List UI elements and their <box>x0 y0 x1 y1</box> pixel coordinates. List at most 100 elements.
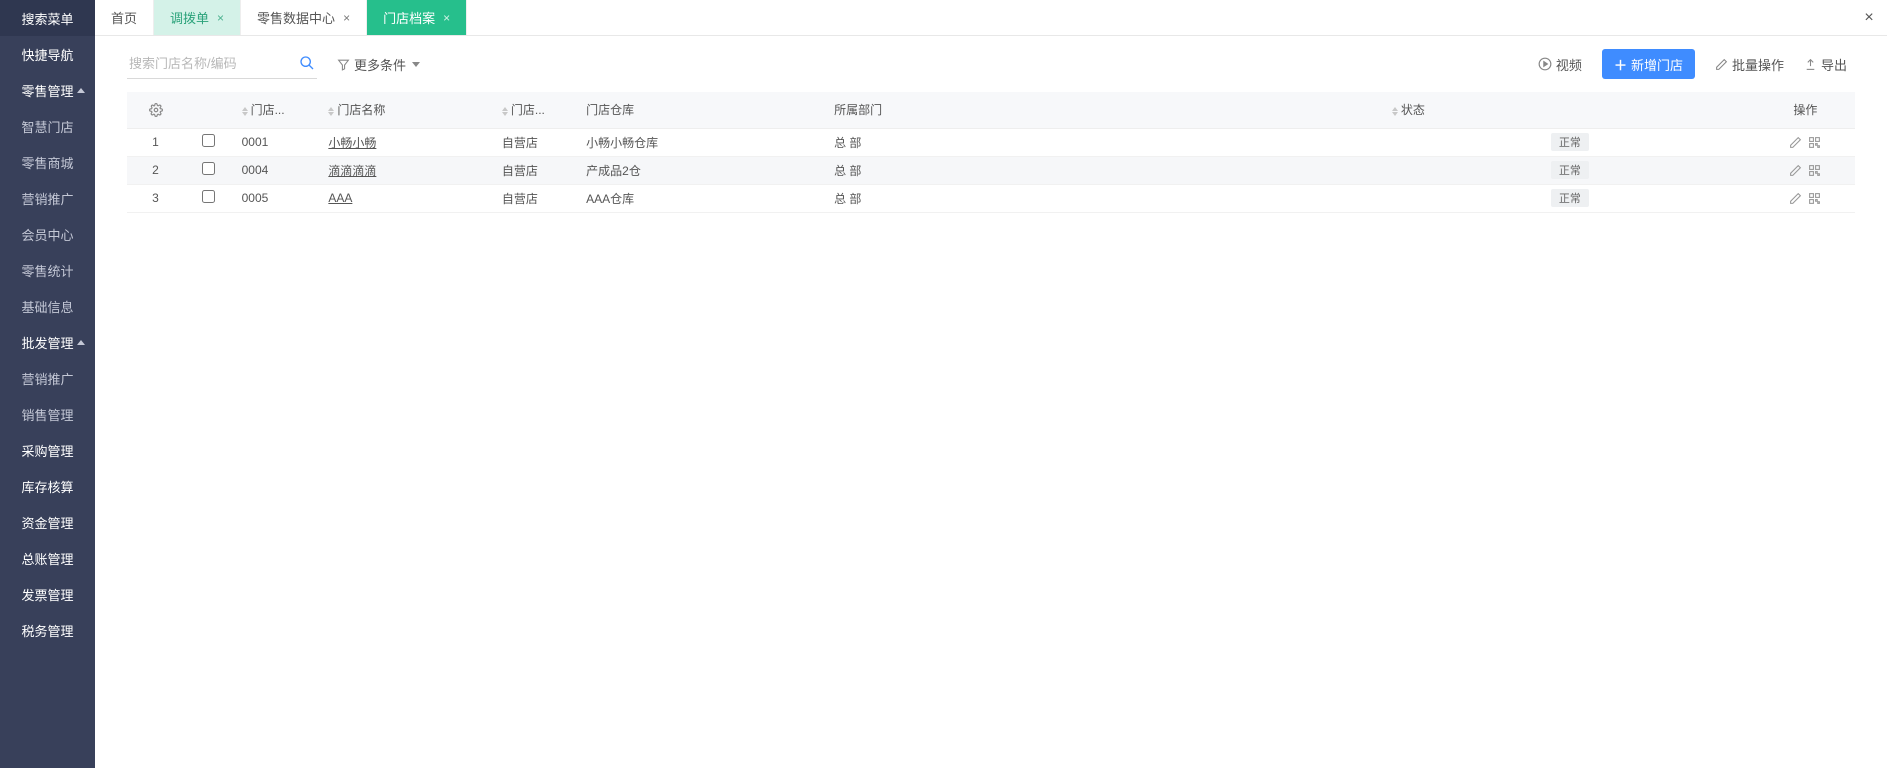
cell-ops <box>1756 184 1855 212</box>
sidebar-item-ledger[interactable]: 总账管理 <box>0 540 95 576</box>
status-badge: 正常 <box>1551 133 1589 151</box>
cell-checkbox <box>184 156 234 184</box>
sidebar-quick-nav[interactable]: 快捷导航 <box>0 36 95 72</box>
row-checkbox[interactable] <box>202 190 215 203</box>
sidebar-item-sales-mgmt[interactable]: 销售管理 <box>0 396 95 432</box>
sidebar-item-wholesale-marketing[interactable]: 营销推广 <box>0 360 95 396</box>
video-link[interactable]: 视频 <box>1538 55 1582 74</box>
sidebar-item-tax[interactable]: 税务管理 <box>0 612 95 648</box>
sort-icon <box>1392 107 1398 116</box>
cell-type: 自营店 <box>494 156 578 184</box>
sidebar-item-purchase[interactable]: 采购管理 <box>0 432 95 468</box>
cell-index: 1 <box>127 128 184 156</box>
close-icon[interactable]: × <box>343 11 350 25</box>
th-name[interactable]: 门店名称 <box>320 92 494 128</box>
plus-icon: ＋ <box>1614 55 1627 74</box>
main-area: 首页 调拨单 × 零售数据中心 × 门店档案 × × 更多条件 <box>95 0 1887 768</box>
sidebar-item-inventory[interactable]: 库存核算 <box>0 468 95 504</box>
sidebar-item-smart-store[interactable]: 智慧门店 <box>0 108 95 144</box>
cell-name: 滴滴滴滴 <box>320 156 494 184</box>
row-checkbox[interactable] <box>202 134 215 147</box>
sidebar-group-retail-label: 零售管理 <box>21 81 73 100</box>
tab-home[interactable]: 首页 <box>95 0 154 35</box>
cell-status: 正常 <box>1384 128 1756 156</box>
table-row: 30005AAA自营店AAA仓库总 部正常 <box>127 184 1855 212</box>
cell-warehouse: 小畅小畅仓库 <box>578 128 826 156</box>
search-wrap <box>127 49 317 79</box>
cell-index: 3 <box>127 184 184 212</box>
store-name-link[interactable]: 小畅小畅 <box>328 136 376 150</box>
sidebar-item-basic-info[interactable]: 基础信息 <box>0 288 95 324</box>
sidebar-group-wholesale-label: 批发管理 <box>21 333 73 352</box>
th-status[interactable]: 状态 <box>1384 92 1756 128</box>
cell-department: 总 部 <box>826 156 1384 184</box>
tab-label: 门店档案 <box>383 8 435 27</box>
table-header-row: 门店... 门店名称 门店... 门店仓库 所属部门 状态 操作 <box>127 92 1855 128</box>
qr-icon[interactable] <box>1808 192 1821 205</box>
sidebar-group-wholesale[interactable]: 批发管理 <box>0 324 95 360</box>
add-store-label: 新增门店 <box>1631 55 1683 74</box>
sidebar-item-funds[interactable]: 资金管理 <box>0 504 95 540</box>
close-all-tabs-button[interactable]: × <box>1851 0 1887 35</box>
sidebar-item-invoice[interactable]: 发票管理 <box>0 576 95 612</box>
export-link[interactable]: 导出 <box>1804 55 1847 74</box>
sidebar-item-retail-stats[interactable]: 零售统计 <box>0 252 95 288</box>
edit-icon[interactable] <box>1789 136 1802 149</box>
row-checkbox[interactable] <box>202 162 215 175</box>
batch-ops-label: 批量操作 <box>1732 55 1784 74</box>
cell-checkbox <box>184 184 234 212</box>
batch-ops-link[interactable]: 批量操作 <box>1715 55 1784 74</box>
sidebar-search-menu[interactable]: 搜索菜单 <box>0 0 95 36</box>
cell-warehouse: AAA仓库 <box>578 184 826 212</box>
search-input[interactable] <box>127 49 317 79</box>
tab-label: 零售数据中心 <box>257 8 335 27</box>
cell-name: AAA <box>320 184 494 212</box>
qr-icon[interactable] <box>1808 136 1821 149</box>
th-warehouse[interactable]: 门店仓库 <box>578 92 826 128</box>
close-icon[interactable]: × <box>217 11 224 25</box>
store-table: 门店... 门店名称 门店... 门店仓库 所属部门 状态 操作 1 0001 小畅… <box>127 92 1855 213</box>
th-code[interactable]: 门店... <box>234 92 321 128</box>
status-badge: 正常 <box>1551 189 1589 207</box>
store-name-link[interactable]: 滴滴滴滴 <box>328 164 376 178</box>
more-filters-link[interactable]: 更多条件 <box>337 55 420 74</box>
sidebar-group-retail[interactable]: 零售管理 <box>0 72 95 108</box>
cell-ops <box>1756 128 1855 156</box>
more-filters-label: 更多条件 <box>354 55 406 74</box>
close-icon[interactable]: × <box>443 11 450 25</box>
tab-label: 调拨单 <box>170 8 209 27</box>
add-store-button[interactable]: ＋ 新增门店 <box>1602 49 1695 79</box>
cell-warehouse: 产成品2仓 <box>578 156 826 184</box>
store-name-link[interactable]: AAA <box>328 191 352 205</box>
edit-icon[interactable] <box>1789 192 1802 205</box>
cell-code: 0001 <box>234 128 321 156</box>
search-icon[interactable] <box>299 55 315 71</box>
toolbar: 更多条件 视频 ＋ 新增门店 批量操作 导出 <box>95 36 1887 92</box>
filter-icon <box>337 58 350 71</box>
chevron-up-icon <box>77 340 85 345</box>
th-department[interactable]: 所属部门 <box>826 92 1384 128</box>
chevron-up-icon <box>77 88 85 93</box>
cell-checkbox <box>184 128 234 156</box>
video-label: 视频 <box>1556 55 1582 74</box>
edit-icon[interactable] <box>1789 164 1802 177</box>
sidebar-item-retail-mall[interactable]: 零售商城 <box>0 144 95 180</box>
th-settings[interactable] <box>127 92 184 128</box>
tab-label: 首页 <box>111 8 137 27</box>
qr-icon[interactable] <box>1808 164 1821 177</box>
edit-icon <box>1715 58 1728 71</box>
tab-retail-data-center[interactable]: 零售数据中心 × <box>241 0 367 35</box>
sidebar: 搜索菜单 快捷导航 零售管理 智慧门店 零售商城 营销推广 会员中心 零售统计 … <box>0 0 95 768</box>
th-type[interactable]: 门店... <box>494 92 578 128</box>
status-badge: 正常 <box>1551 161 1589 179</box>
sidebar-item-marketing[interactable]: 营销推广 <box>0 180 95 216</box>
sidebar-item-member[interactable]: 会员中心 <box>0 216 95 252</box>
cell-name: 小畅小畅 <box>320 128 494 156</box>
tab-store-archive[interactable]: 门店档案 × <box>367 0 467 35</box>
chevron-down-icon <box>412 62 420 67</box>
cell-index: 2 <box>127 156 184 184</box>
cell-type: 自营店 <box>494 128 578 156</box>
sort-icon <box>242 107 248 116</box>
tab-transfer-order[interactable]: 调拨单 × <box>154 0 241 35</box>
table-row: 20004滴滴滴滴自营店产成品2仓总 部正常 <box>127 156 1855 184</box>
